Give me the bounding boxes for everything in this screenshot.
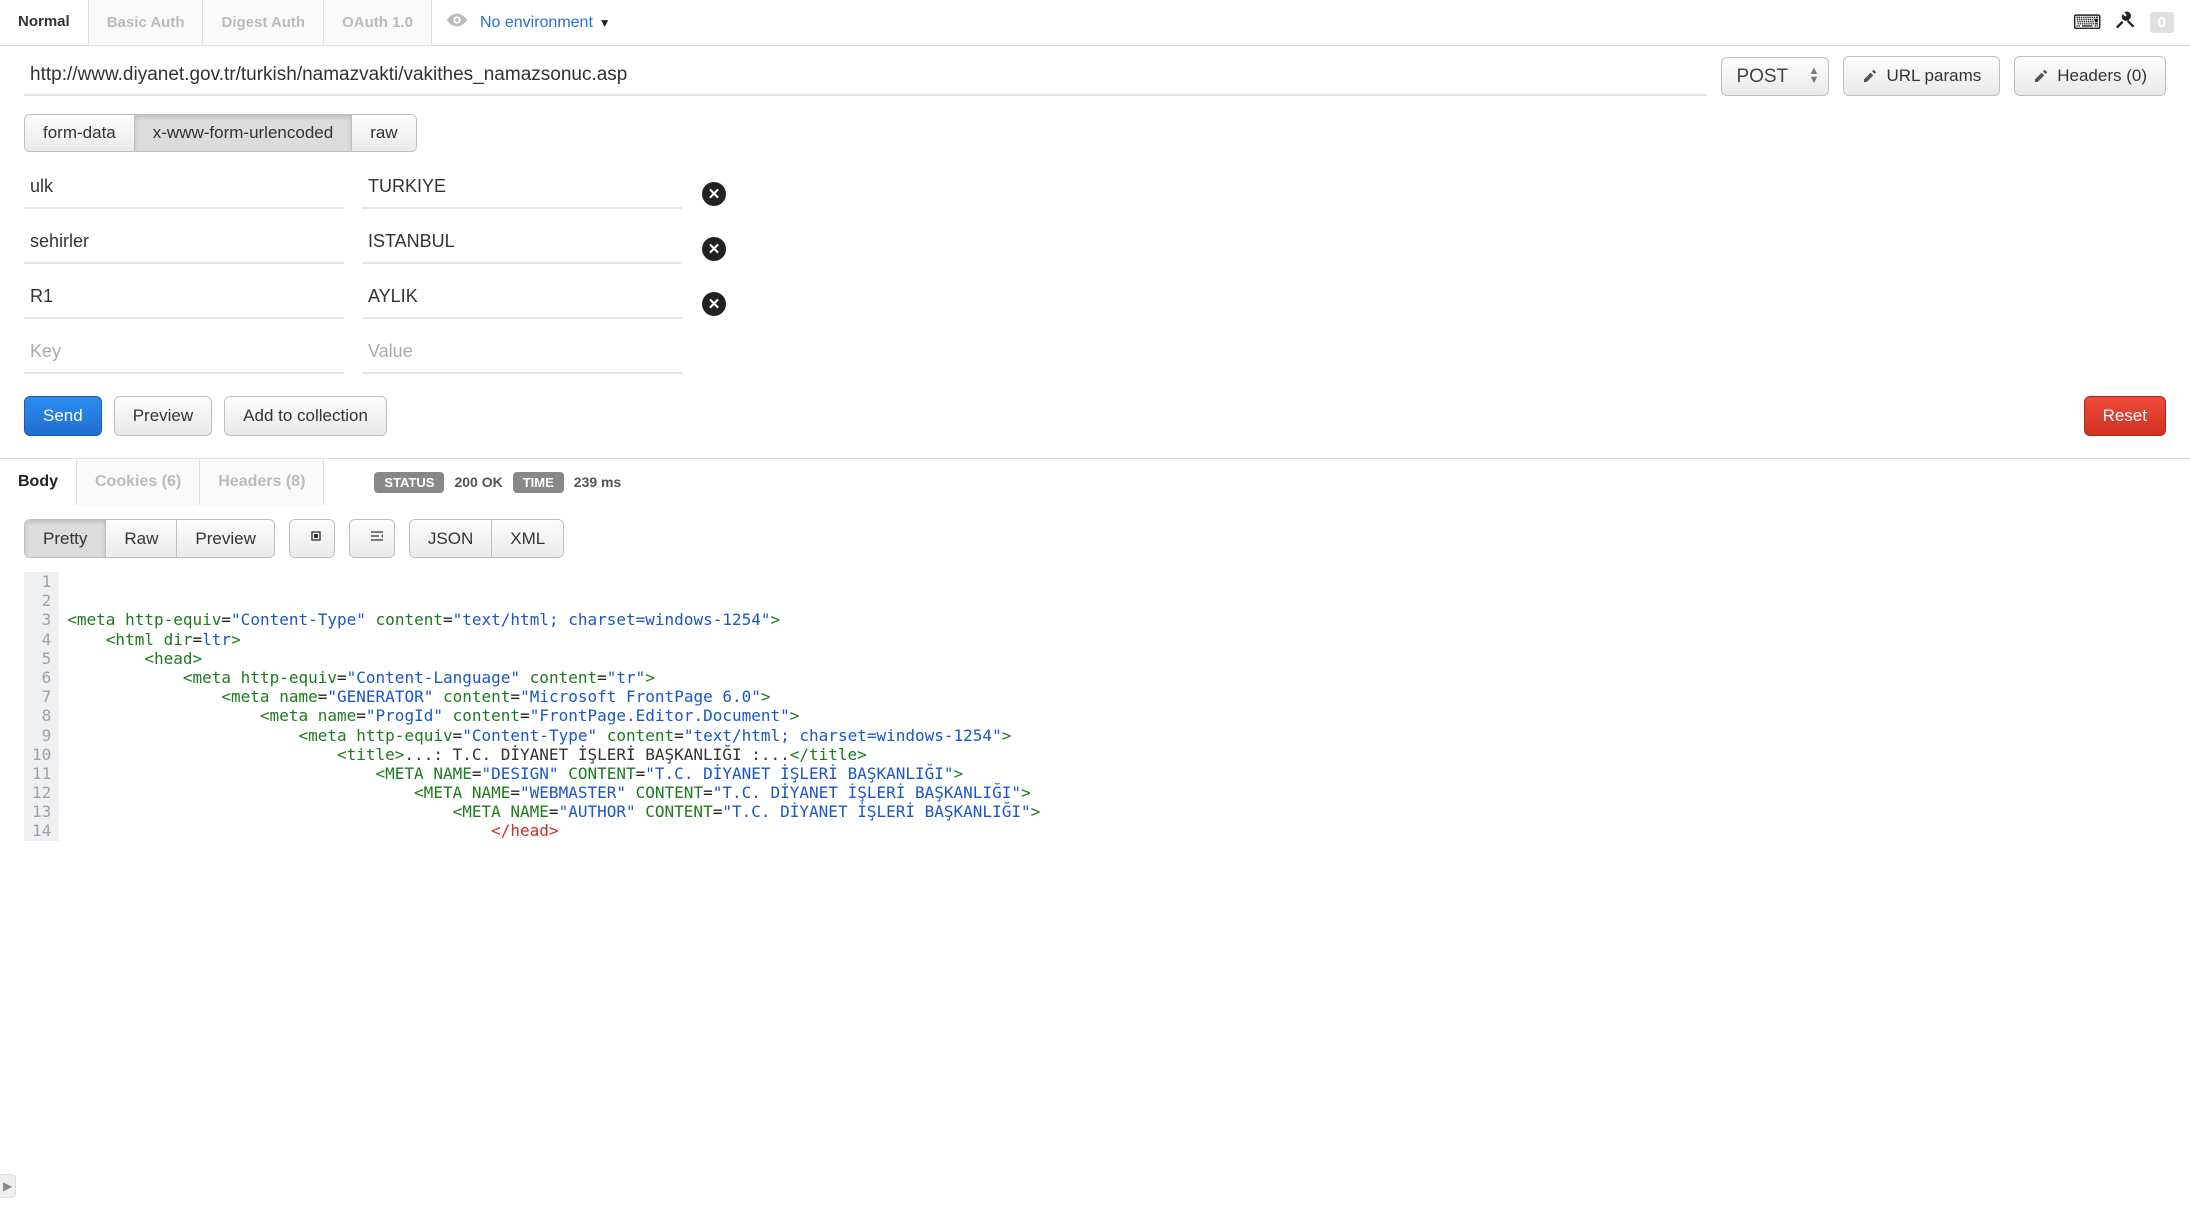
param-row: ✕ [24,166,2166,221]
param-value-input[interactable] [362,221,682,264]
preview-button[interactable]: Preview [114,396,212,436]
param-row-empty [24,331,2166,386]
format-json[interactable]: JSON [410,520,492,557]
response-bar: Body Cookies (6) Headers (8) STATUS 200 … [0,458,2190,505]
url-row: POST ▲▼ URL params Headers (0) [24,56,2166,96]
close-icon: ✕ [708,295,721,313]
auth-tab-digest-auth[interactable]: Digest Auth [203,0,324,45]
request-builder: POST ▲▼ URL params Headers (0) form-data… [0,46,2190,436]
format-xml[interactable]: XML [492,520,563,557]
wrap-button[interactable] [350,520,394,557]
view-mode-preview[interactable]: Preview [177,520,273,557]
response-tab-cookies[interactable]: Cookies (6) [77,459,200,505]
headers-label: Headers (0) [2057,66,2147,86]
top-actions: ⌨ 0 [2073,10,2190,36]
remove-param-button[interactable]: ✕ [702,182,726,206]
caret-down-icon: ▼ [599,16,611,30]
response-stats: STATUS 200 OK TIME 239 ms [374,472,621,493]
param-value-input[interactable] [362,166,682,209]
line-gutter: 1234567891011121314 [24,572,59,841]
param-row: ✕ [24,221,2166,276]
close-icon: ✕ [708,185,721,203]
view-mode-tabs: PrettyRawPreview [24,519,275,558]
response-tabs: Body Cookies (6) Headers (8) [0,459,324,505]
param-value-input-empty[interactable] [362,331,682,374]
edit-icon [2033,68,2049,84]
url-params-button[interactable]: URL params [1843,56,2000,96]
view-mode-pretty[interactable]: Pretty [25,520,106,557]
url-input[interactable] [24,56,1707,96]
param-row: ✕ [24,276,2166,331]
remove-param-button[interactable]: ✕ [702,237,726,261]
add-to-collection-button[interactable]: Add to collection [224,396,387,436]
sidebar-handle[interactable]: ▶ [0,1174,16,1198]
close-icon: ✕ [708,240,721,258]
copy-button[interactable] [290,520,334,557]
environment-selector[interactable]: No environment ▼ [480,14,611,32]
param-key-input[interactable] [24,221,344,264]
param-value-input[interactable] [362,276,682,319]
http-method-select[interactable]: POST [1721,57,1829,96]
response-tab-body[interactable]: Body [0,459,77,505]
auth-tabs: NormalBasic AuthDigest AuthOAuth 1.0 [0,0,432,45]
param-key-input[interactable] [24,276,344,319]
url-params-label: URL params [1886,66,1981,86]
reset-button[interactable]: Reset [2084,396,2166,436]
body-type-tabs: form-datax-www-form-urlencodedraw [24,114,417,152]
method-select-wrap: POST ▲▼ [1721,57,1829,96]
history-count-badge[interactable]: 0 [2150,12,2174,33]
format-tabs: JSONXML [409,519,564,558]
eye-icon[interactable] [446,9,468,37]
environment-area: No environment ▼ [432,9,625,37]
status-value: 200 OK [454,474,502,490]
headers-button[interactable]: Headers (0) [2014,56,2166,96]
auth-tab-normal[interactable]: Normal [0,0,89,45]
time-label: TIME [513,472,564,493]
send-button[interactable]: Send [24,396,102,436]
view-mode-raw[interactable]: Raw [106,520,177,557]
top-bar: NormalBasic AuthDigest AuthOAuth 1.0 No … [0,0,2190,46]
response-tools: PrettyRawPreview JSONXML [0,505,2190,568]
time-value: 239 ms [574,474,621,490]
keyboard-icon[interactable]: ⌨ [2073,10,2102,35]
param-key-input[interactable] [24,166,344,209]
body-type-form-data[interactable]: form-data [25,115,135,151]
param-key-input-empty[interactable] [24,331,344,374]
body-type-raw[interactable]: raw [352,115,415,151]
code-content[interactable]: <meta http-equiv="Content-Type" content=… [59,572,1040,841]
copy-icon [308,528,324,544]
actions-row: Send Preview Add to collection Reset [24,396,2166,436]
body-type-x-www-form-urlencoded[interactable]: x-www-form-urlencoded [135,115,352,151]
status-label: STATUS [374,472,444,493]
wrap-tool [349,519,395,558]
auth-tab-oauth-1-0[interactable]: OAuth 1.0 [324,0,432,45]
response-tab-headers[interactable]: Headers (8) [200,459,324,505]
environment-label: No environment [480,14,593,31]
copy-tool [289,519,335,558]
response-code: 1234567891011121314 <meta http-equiv="Co… [0,568,2190,841]
form-params: ✕ ✕ ✕ [24,166,2166,331]
wrap-icon [368,528,386,544]
auth-tab-basic-auth[interactable]: Basic Auth [89,0,204,45]
remove-param-button[interactable]: ✕ [702,292,726,316]
edit-icon [1862,68,1878,84]
tools-icon[interactable] [2116,10,2136,36]
